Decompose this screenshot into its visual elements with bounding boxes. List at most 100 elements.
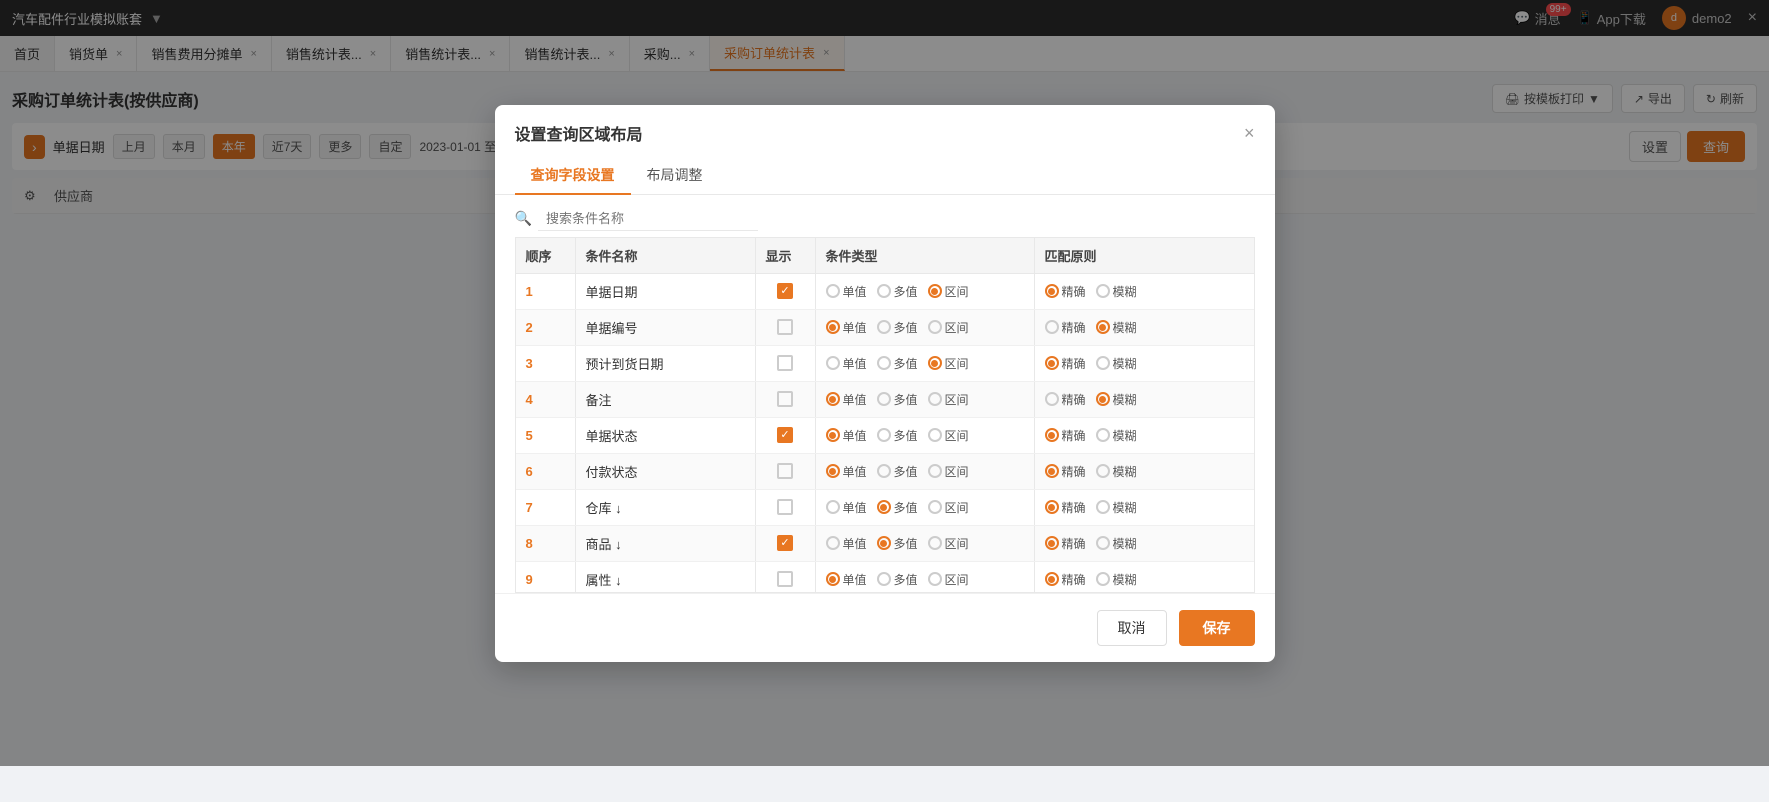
display-checkbox[interactable]: [777, 463, 793, 479]
modal-tab-query-fields[interactable]: 查询字段设置: [515, 157, 631, 195]
radio-circle: [877, 356, 891, 370]
row-order: 7: [516, 490, 576, 525]
radio-circle: [1096, 392, 1110, 406]
radio-circle: [877, 284, 891, 298]
save-button[interactable]: 保存: [1179, 610, 1255, 646]
row-type: 单值多值区间: [816, 454, 1035, 489]
row-order: 9: [516, 562, 576, 593]
col-header-name: 条件名称: [576, 238, 756, 273]
radio-circle: [826, 536, 840, 550]
radio-circle: [1096, 500, 1110, 514]
radio-circle: [1096, 428, 1110, 442]
table-row: 4备注单值多值区间精确模糊: [516, 382, 1254, 418]
radio-circle: [877, 320, 891, 334]
table-row: 3预计到货日期单值多值区间精确模糊: [516, 346, 1254, 382]
display-checkbox[interactable]: [777, 499, 793, 515]
row-type: 单值多值区间: [816, 562, 1035, 593]
display-checkbox[interactable]: [777, 571, 793, 587]
search-input[interactable]: [538, 207, 758, 231]
radio-circle: [1096, 320, 1110, 334]
modal-header: 设置查询区域布局 ×: [495, 105, 1275, 145]
display-checkbox[interactable]: [777, 535, 793, 551]
col-header-order: 顺序: [516, 238, 576, 273]
table-row: 5单据状态单值多值区间精确模糊: [516, 418, 1254, 454]
row-name: 单据状态: [576, 418, 756, 453]
modal-dialog: 设置查询区域布局 × 查询字段设置 布局调整 🔍 顺序 条件名称 显示 条件类型…: [495, 105, 1275, 662]
display-checkbox[interactable]: [777, 319, 793, 335]
modal-table-container: 顺序 条件名称 显示 条件类型 匹配原则 1单据日期单值多值区间精确模糊2单据编…: [495, 237, 1275, 593]
radio-circle: [1045, 500, 1059, 514]
radio-circle: [928, 284, 942, 298]
radio-circle: [1096, 464, 1110, 478]
radio-circle: [1096, 572, 1110, 586]
display-checkbox[interactable]: [777, 427, 793, 443]
row-display[interactable]: [756, 454, 816, 489]
row-name: 仓库 ↓: [576, 490, 756, 525]
modal-table-body: 1单据日期单值多值区间精确模糊2单据编号单值多值区间精确模糊3预计到货日期单值多…: [515, 273, 1255, 593]
row-order: 2: [516, 310, 576, 345]
radio-circle: [1045, 356, 1059, 370]
radio-circle: [928, 392, 942, 406]
radio-circle: [877, 392, 891, 406]
display-checkbox[interactable]: [777, 391, 793, 407]
modal-footer: 取消 保存: [495, 593, 1275, 662]
row-order: 1: [516, 274, 576, 309]
modal-tab-layout[interactable]: 布局调整: [631, 157, 719, 195]
row-order: 4: [516, 382, 576, 417]
table-row: 7仓库 ↓单值多值区间精确模糊: [516, 490, 1254, 526]
row-display[interactable]: [756, 382, 816, 417]
row-display[interactable]: [756, 346, 816, 381]
row-display[interactable]: [756, 526, 816, 561]
row-match: 精确模糊: [1035, 418, 1254, 453]
radio-circle: [877, 428, 891, 442]
row-name: 单据编号: [576, 310, 756, 345]
row-display[interactable]: [756, 310, 816, 345]
modal-table-header: 顺序 条件名称 显示 条件类型 匹配原则: [515, 237, 1255, 273]
modal-overlay: 设置查询区域布局 × 查询字段设置 布局调整 🔍 顺序 条件名称 显示 条件类型…: [0, 0, 1769, 766]
cancel-button[interactable]: 取消: [1097, 610, 1167, 646]
radio-circle: [826, 500, 840, 514]
row-match: 精确模糊: [1035, 310, 1254, 345]
radio-circle: [826, 320, 840, 334]
radio-circle: [826, 572, 840, 586]
display-checkbox[interactable]: [777, 355, 793, 371]
row-type: 单值多值区间: [816, 346, 1035, 381]
display-checkbox[interactable]: [777, 283, 793, 299]
modal-tabs: 查询字段设置 布局调整: [495, 157, 1275, 195]
search-icon: 🔍: [515, 210, 532, 227]
radio-circle: [928, 572, 942, 586]
modal-close-button[interactable]: ×: [1244, 124, 1255, 142]
row-display[interactable]: [756, 490, 816, 525]
radio-circle: [1096, 536, 1110, 550]
radio-circle: [877, 572, 891, 586]
radio-circle: [928, 500, 942, 514]
row-display[interactable]: [756, 562, 816, 593]
radio-circle: [877, 500, 891, 514]
row-type: 单值多值区间: [816, 310, 1035, 345]
radio-circle: [1045, 536, 1059, 550]
row-name: 付款状态: [576, 454, 756, 489]
modal-title: 设置查询区域布局: [515, 121, 643, 145]
col-header-match: 匹配原则: [1035, 238, 1254, 273]
row-match: 精确模糊: [1035, 526, 1254, 561]
row-name: 备注: [576, 382, 756, 417]
radio-circle: [1096, 356, 1110, 370]
row-display[interactable]: [756, 418, 816, 453]
radio-circle: [826, 428, 840, 442]
row-match: 精确模糊: [1035, 490, 1254, 525]
row-display[interactable]: [756, 274, 816, 309]
row-name: 属性 ↓: [576, 562, 756, 593]
radio-circle: [1045, 320, 1059, 334]
radio-circle: [928, 536, 942, 550]
radio-circle: [928, 356, 942, 370]
row-order: 8: [516, 526, 576, 561]
row-type: 单值多值区间: [816, 418, 1035, 453]
radio-circle: [826, 464, 840, 478]
col-header-type: 条件类型: [816, 238, 1035, 273]
col-header-display: 显示: [756, 238, 816, 273]
row-match: 精确模糊: [1035, 382, 1254, 417]
table-row: 9属性 ↓ 单值多值区间精确模糊: [516, 562, 1254, 593]
row-match: 精确模糊: [1035, 562, 1254, 593]
radio-circle: [928, 428, 942, 442]
radio-circle: [1045, 464, 1059, 478]
